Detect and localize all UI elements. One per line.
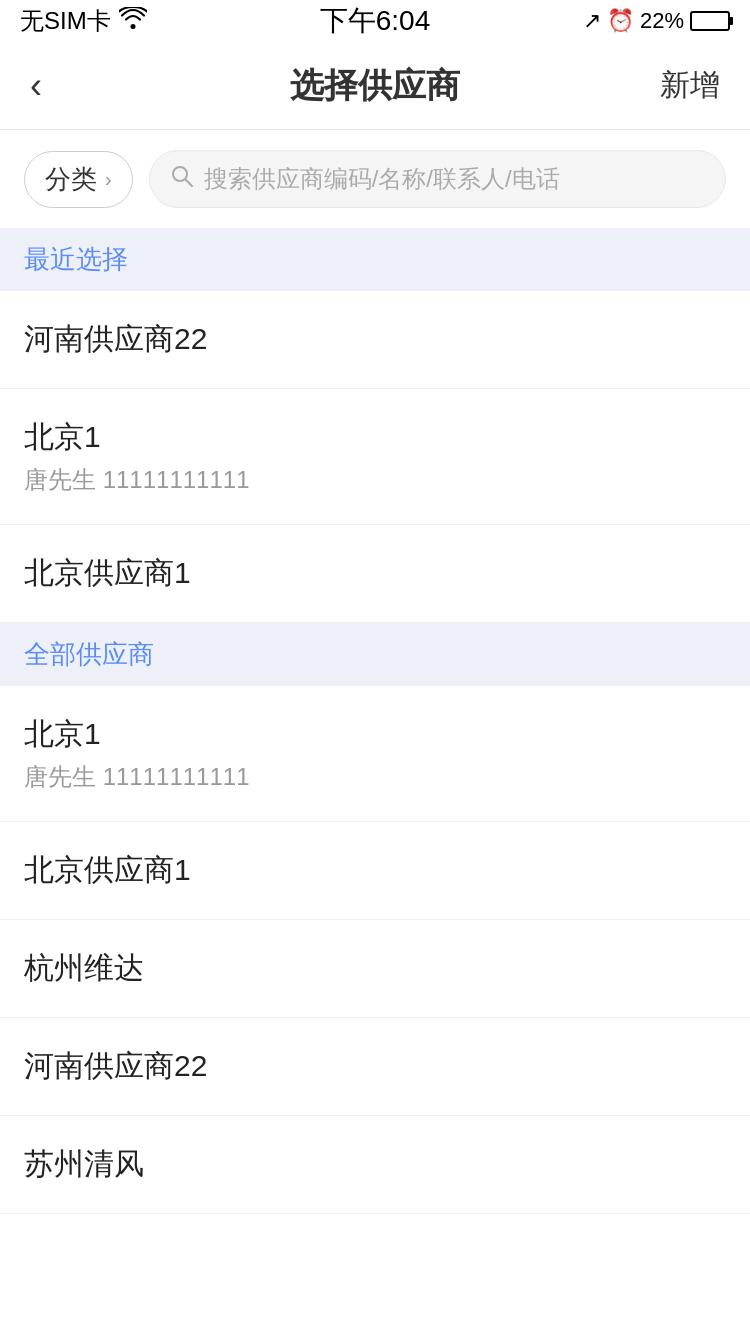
category-button[interactable]: 分类 › [24,151,133,208]
nav-bar: ‹ 选择供应商 新增 [0,42,750,130]
list-item[interactable]: 杭州维达 [0,920,750,1018]
item-name: 杭州维达 [24,948,726,989]
list-item[interactable]: 北京供应商1 [0,525,750,623]
page-title: 选择供应商 [290,63,460,109]
list-item[interactable]: 北京1 唐先生 11111111111 [0,389,750,525]
search-icon [170,164,194,194]
chevron-right-icon: › [105,168,112,191]
back-button[interactable]: ‹ [30,65,110,107]
list-item[interactable]: 河南供应商22 [0,1018,750,1116]
recent-section-title: 最近选择 [24,244,128,274]
item-name: 北京供应商1 [24,850,726,891]
item-name: 河南供应商22 [24,319,726,360]
item-name: 北京供应商1 [24,553,726,594]
status-bar: 无SIM卡 下午6:04 ↗ ⏰ 22% [0,0,750,42]
list-item[interactable]: 北京供应商1 [0,822,750,920]
add-button[interactable]: 新增 [640,65,720,106]
item-name: 苏州清风 [24,1144,726,1185]
all-section-title: 全部供应商 [24,639,154,669]
item-sub: 唐先生 11111111111 [24,464,726,496]
battery-icon [690,11,730,31]
filter-bar: 分类 › 搜索供应商编码/名称/联系人/电话 [0,130,750,228]
battery-percent: 22% [640,8,684,34]
item-name: 北京1 [24,714,726,755]
svg-line-1 [185,180,192,187]
all-section-header: 全部供应商 [0,623,750,686]
search-placeholder: 搜索供应商编码/名称/联系人/电话 [204,163,560,195]
recent-section-header: 最近选择 [0,228,750,291]
list-item[interactable]: 苏州清风 [0,1116,750,1214]
category-label: 分类 [45,162,97,197]
list-item[interactable]: 河南供应商22 [0,291,750,389]
alarm-icon: ⏰ [607,8,634,34]
item-name: 河南供应商22 [24,1046,726,1087]
all-list: 北京1 唐先生 11111111111 北京供应商1 杭州维达河南供应商22 苏州清… [0,686,750,1214]
item-sub: 唐先生 11111111111 [24,761,726,793]
sim-text: 无SIM卡 [20,5,111,37]
status-right: ↗ ⏰ 22% [583,8,730,34]
status-time: 下午6:04 [320,2,431,40]
item-name: 北京1 [24,417,726,458]
location-icon: ↗ [583,8,601,34]
wifi-icon [119,7,147,35]
recent-list: 河南供应商22 北京1 唐先生 11111111111 北京供应商1 [0,291,750,623]
status-left: 无SIM卡 [20,5,147,37]
list-item[interactable]: 北京1 唐先生 11111111111 [0,686,750,822]
search-box[interactable]: 搜索供应商编码/名称/联系人/电话 [149,150,726,208]
